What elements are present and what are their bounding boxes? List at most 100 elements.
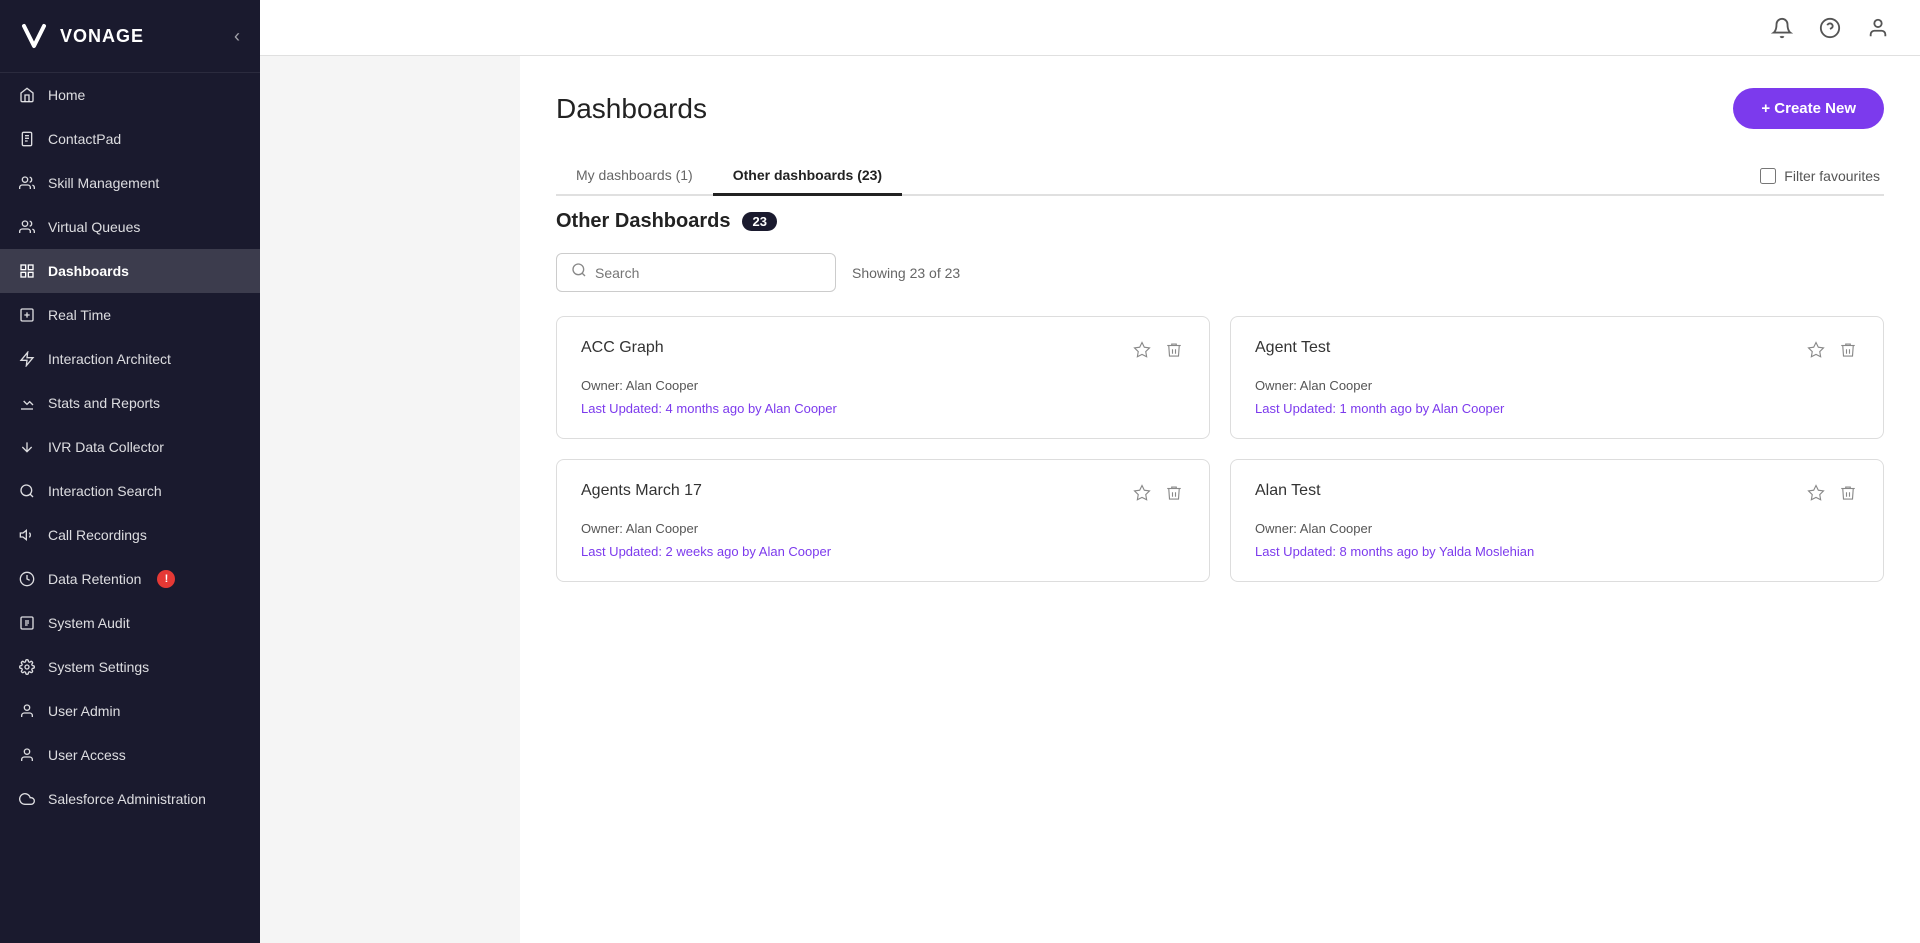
card-updated-1: Last Updated: 1 month ago by Alan Cooper xyxy=(1255,401,1859,416)
card-updated-2: Last Updated: 2 weeks ago by Alan Cooper xyxy=(581,544,1185,559)
stats-icon xyxy=(18,394,36,412)
card-title-0: ACC Graph xyxy=(581,339,664,357)
sidebar-item-virtual-queues[interactable]: Virtual Queues xyxy=(0,205,260,249)
data-retention-icon xyxy=(18,570,36,588)
card-delete-button-3[interactable] xyxy=(1837,482,1859,509)
search-input[interactable] xyxy=(595,265,821,281)
card-header-1: Agent Test xyxy=(1255,339,1859,366)
sidebar-header: VONAGE ‹ xyxy=(0,0,260,73)
interaction-search-icon xyxy=(18,482,36,500)
salesforce-icon xyxy=(18,790,36,808)
tab-my-dashboards[interactable]: My dashboards (1) xyxy=(556,157,713,196)
card-actions-1 xyxy=(1805,339,1859,366)
sidebar-item-ivr-data-collector[interactable]: IVR Data Collector xyxy=(0,425,260,469)
sidebar-item-label: Virtual Queues xyxy=(48,219,140,235)
topbar xyxy=(260,0,1920,56)
search-row: Showing 23 of 23 xyxy=(556,253,1884,292)
data-retention-badge: ! xyxy=(157,570,175,588)
sidebar-item-user-admin[interactable]: User Admin xyxy=(0,689,260,733)
logo-area: VONAGE xyxy=(16,18,144,54)
card-owner-3: Owner: Alan Cooper xyxy=(1255,521,1859,536)
sidebar-item-label: Data Retention xyxy=(48,571,141,587)
sidebar-item-label: System Settings xyxy=(48,659,149,675)
sidebar-item-label: System Audit xyxy=(48,615,130,631)
user-profile-button[interactable] xyxy=(1864,14,1892,42)
sidebar-item-label: User Access xyxy=(48,747,126,763)
create-new-button[interactable]: + Create New xyxy=(1733,88,1884,129)
sidebar-item-call-recordings[interactable]: Call Recordings xyxy=(0,513,260,557)
sidebar-item-label: IVR Data Collector xyxy=(48,439,164,455)
dashboard-card-0: ACC Graph Owner: Alan Cooper Last Update… xyxy=(556,316,1210,439)
system-audit-icon xyxy=(18,614,36,632)
card-owner-1: Owner: Alan Cooper xyxy=(1255,378,1859,393)
dashboards-icon xyxy=(18,262,36,280)
card-delete-button-0[interactable] xyxy=(1163,339,1185,366)
section-title: Other Dashboards xyxy=(556,210,730,233)
sidebar-item-label: ContactPad xyxy=(48,131,121,147)
main-content: Dashboards + Create New My dashboards (1… xyxy=(520,56,1920,943)
vonage-logo xyxy=(16,18,52,54)
sidebar-item-real-time[interactable]: Real Time xyxy=(0,293,260,337)
card-updated-3: Last Updated: 8 months ago by Yalda Mosl… xyxy=(1255,544,1859,559)
sidebar-item-skill-management[interactable]: Skill Management xyxy=(0,161,260,205)
sidebar-item-label: Interaction Architect xyxy=(48,351,171,367)
card-updated-0: Last Updated: 4 months ago by Alan Coope… xyxy=(581,401,1185,416)
dashboard-card-2: Agents March 17 Owner: Alan Cooper Last … xyxy=(556,459,1210,582)
sidebar-item-dashboards[interactable]: Dashboards xyxy=(0,249,260,293)
sidebar-item-label: Interaction Search xyxy=(48,483,162,499)
sidebar-item-label: Real Time xyxy=(48,307,111,323)
sidebar-item-data-retention[interactable]: Data Retention ! xyxy=(0,557,260,601)
nav-items: Home ContactPad Skill Management Virtual… xyxy=(0,73,260,821)
card-owner-0: Owner: Alan Cooper xyxy=(581,378,1185,393)
sidebar-item-label: Dashboards xyxy=(48,263,129,279)
sidebar-item-stats-and-reports[interactable]: Stats and Reports xyxy=(0,381,260,425)
card-header-2: Agents March 17 xyxy=(581,482,1185,509)
card-delete-button-1[interactable] xyxy=(1837,339,1859,366)
sidebar-item-label: Call Recordings xyxy=(48,527,147,543)
card-actions-0 xyxy=(1131,339,1185,366)
dashboard-card-1: Agent Test Owner: Alan Cooper Last Updat… xyxy=(1230,316,1884,439)
sidebar-item-system-audit[interactable]: System Audit xyxy=(0,601,260,645)
section-count-badge: 23 xyxy=(742,212,776,231)
card-actions-3 xyxy=(1805,482,1859,509)
card-favourite-button-0[interactable] xyxy=(1131,339,1153,366)
sidebar-item-contactpad[interactable]: ContactPad xyxy=(0,117,260,161)
sidebar-item-user-access[interactable]: User Access xyxy=(0,733,260,777)
tabs: My dashboards (1) Other dashboards (23) xyxy=(556,157,902,194)
search-box xyxy=(556,253,836,292)
user-admin-icon xyxy=(18,702,36,720)
sidebar-item-home[interactable]: Home xyxy=(0,73,260,117)
sidebar-item-system-settings[interactable]: System Settings xyxy=(0,645,260,689)
card-delete-button-2[interactable] xyxy=(1163,482,1185,509)
card-title-2: Agents March 17 xyxy=(581,482,702,500)
cards-grid: ACC Graph Owner: Alan Cooper Last Update… xyxy=(556,316,1884,582)
sidebar-item-interaction-search[interactable]: Interaction Search xyxy=(0,469,260,513)
brand-name: VONAGE xyxy=(60,26,144,47)
sidebar-item-label: User Admin xyxy=(48,703,120,719)
card-favourite-button-1[interactable] xyxy=(1805,339,1827,366)
filter-favourites-checkbox[interactable] xyxy=(1760,168,1776,184)
system-settings-icon xyxy=(18,658,36,676)
filter-favourites[interactable]: Filter favourites xyxy=(1760,168,1880,184)
sidebar-item-label: Home xyxy=(48,87,85,103)
virtual-queues-icon xyxy=(18,218,36,236)
sidebar-item-interaction-architect[interactable]: Interaction Architect xyxy=(0,337,260,381)
card-owner-2: Owner: Alan Cooper xyxy=(581,521,1185,536)
help-button[interactable] xyxy=(1816,14,1844,42)
notifications-bell[interactable] xyxy=(1768,14,1796,42)
sidebar-toggle-button[interactable]: ‹ xyxy=(230,22,244,51)
user-access-icon xyxy=(18,746,36,764)
tab-other-dashboards[interactable]: Other dashboards (23) xyxy=(713,157,902,196)
sidebar-item-label: Stats and Reports xyxy=(48,395,160,411)
card-favourite-button-2[interactable] xyxy=(1131,482,1153,509)
sidebar-item-label: Skill Management xyxy=(48,175,159,191)
sidebar: VONAGE ‹ Home ContactPad Skill Managemen… xyxy=(0,0,260,943)
filter-favourites-label: Filter favourites xyxy=(1784,168,1880,184)
card-actions-2 xyxy=(1131,482,1185,509)
sidebar-item-salesforce-administration[interactable]: Salesforce Administration xyxy=(0,777,260,821)
page-title: Dashboards xyxy=(556,93,707,125)
section-header: Other Dashboards 23 xyxy=(556,210,1884,233)
interaction-architect-icon xyxy=(18,350,36,368)
home-icon xyxy=(18,86,36,104)
card-favourite-button-3[interactable] xyxy=(1805,482,1827,509)
